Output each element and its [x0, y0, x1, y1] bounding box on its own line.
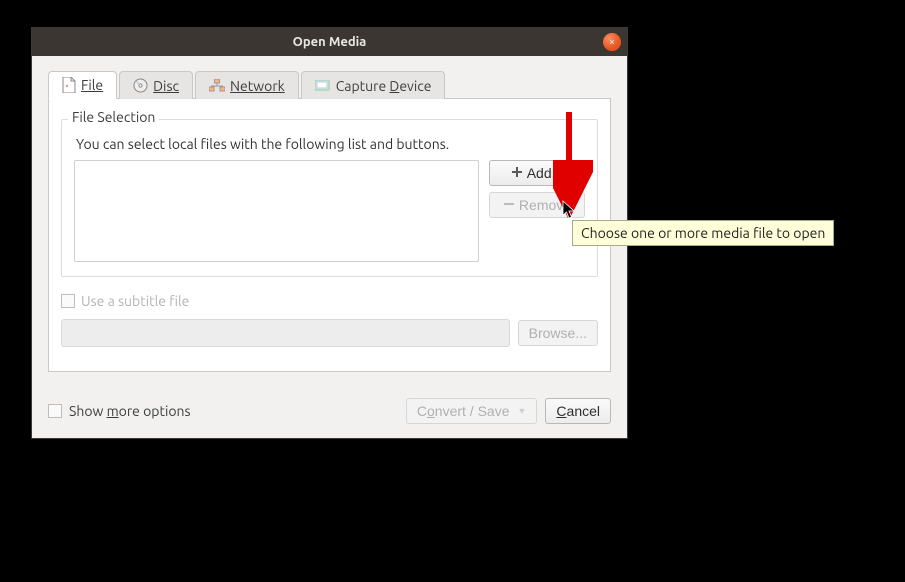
subtitle-checkbox-row: Use a subtitle file: [61, 293, 598, 309]
tab-file-label: File: [81, 77, 103, 93]
add-button[interactable]: Add...: [489, 160, 585, 186]
tab-file[interactable]: File: [48, 71, 117, 99]
browse-button-label: Browse...: [529, 325, 587, 341]
tab-network[interactable]: Network: [195, 71, 299, 99]
remove-button: Remove: [489, 192, 585, 218]
open-media-dialog: Open Media × File Disc Net: [31, 27, 628, 439]
remove-button-label: Remove: [519, 197, 571, 213]
disc-icon: [133, 78, 148, 93]
file-row: Add... Remove: [74, 160, 585, 262]
subtitle-checkbox[interactable]: [61, 294, 75, 308]
tab-bar: File Disc Network Capture Device: [48, 70, 611, 99]
tab-capture-device-label: Capture Device: [336, 78, 432, 94]
tab-capture-device[interactable]: Capture Device: [301, 71, 446, 99]
dialog-footer: Show more options Convert / Save ▼ Cance…: [32, 386, 627, 438]
convert-save-label: Convert / Save: [417, 403, 510, 419]
file-icon: [62, 77, 76, 93]
chevron-down-icon: ▼: [517, 406, 526, 416]
tab-disc[interactable]: Disc: [119, 71, 193, 99]
tab-disc-label: Disc: [153, 78, 179, 94]
file-selection-group: File Selection You can select local file…: [61, 119, 598, 277]
browse-button: Browse...: [518, 320, 598, 346]
window-title: Open Media: [293, 35, 367, 49]
minus-icon: [503, 197, 515, 213]
subtitle-section: Use a subtitle file Browse...: [61, 293, 598, 347]
subtitle-row: Browse...: [61, 319, 598, 347]
more-options-row[interactable]: Show more options: [48, 403, 191, 419]
network-icon: [209, 79, 225, 93]
close-button[interactable]: ×: [603, 33, 621, 51]
file-list[interactable]: [74, 160, 479, 262]
file-tab-panel: File Selection You can select local file…: [48, 99, 611, 372]
tab-network-label: Network: [230, 78, 285, 94]
capture-device-icon: [315, 80, 331, 92]
plus-icon: [511, 165, 523, 181]
close-icon: ×: [609, 37, 615, 47]
footer-buttons: Convert / Save ▼ Cancel: [406, 398, 611, 424]
convert-save-button: Convert / Save ▼: [406, 398, 538, 424]
add-button-label: Add...: [527, 165, 564, 181]
subtitle-checkbox-label: Use a subtitle file: [81, 293, 189, 309]
subtitle-path-input: [61, 319, 510, 347]
cancel-label: Cancel: [556, 403, 600, 419]
file-selection-instruction: You can select local files with the foll…: [76, 136, 585, 152]
more-options-label: Show more options: [69, 403, 191, 419]
cancel-button[interactable]: Cancel: [545, 398, 611, 424]
titlebar: Open Media ×: [32, 28, 627, 56]
dialog-content: File Disc Network Capture Device: [32, 56, 627, 386]
file-selection-legend: File Selection: [68, 109, 159, 125]
file-buttons: Add... Remove: [489, 160, 585, 218]
tooltip: Choose one or more media file to open: [572, 220, 834, 246]
more-options-checkbox[interactable]: [48, 404, 62, 418]
